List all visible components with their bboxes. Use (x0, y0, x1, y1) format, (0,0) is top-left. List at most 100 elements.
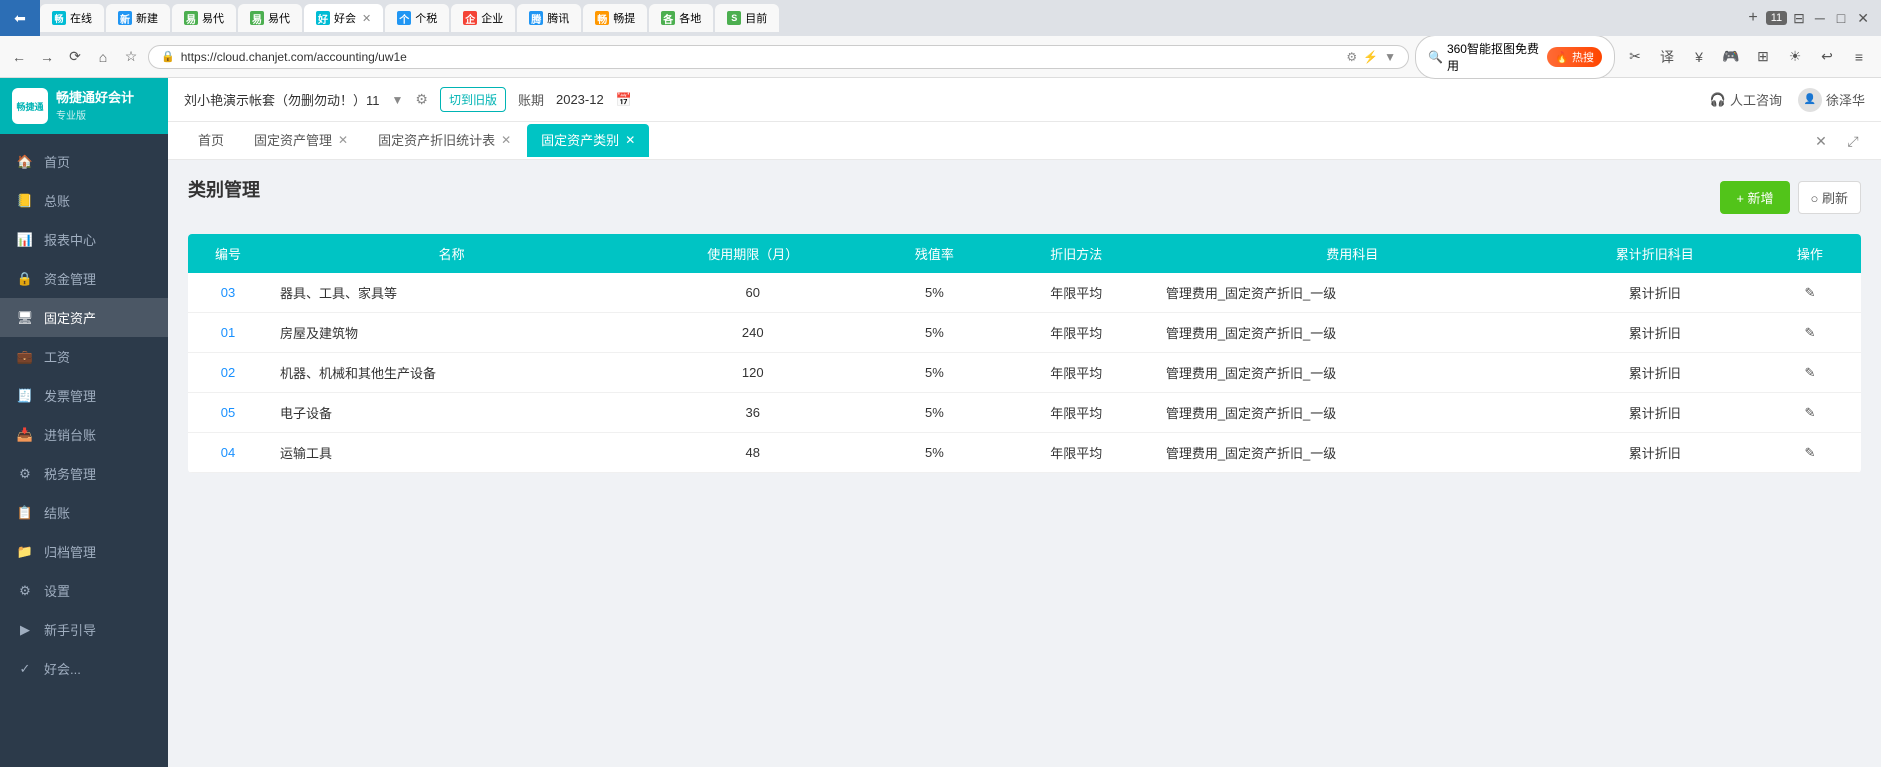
browser-tab-tencent[interactable]: 腾 腾讯 (517, 4, 581, 32)
close-btn[interactable]: ✕ (1853, 10, 1873, 27)
sidebar: 畅捷通 畅捷通好会计 专业版 🏠 首页 📒 总账 📊 报表中心 🔒 资金 (0, 78, 168, 767)
sidebar-item-help[interactable]: ✓ 好会... (0, 649, 168, 688)
cell-actions[interactable]: ✎ (1759, 313, 1861, 353)
bookmark-btn[interactable]: ☆ (120, 46, 142, 68)
undo-btn[interactable]: ↩ (1813, 43, 1841, 71)
edit-icon[interactable]: ✎ (1804, 445, 1815, 460)
help-icon: ✓ (16, 660, 34, 678)
search-box[interactable]: 🔍 360智能抠图免费用 🔥 热搜 (1415, 35, 1615, 79)
cell-code: 01 (188, 313, 268, 353)
calendar-icon[interactable]: 📅 (616, 92, 632, 108)
sidebar-item-funds[interactable]: 🔒 资金管理 (0, 259, 168, 298)
cell-actions[interactable]: ✎ (1759, 353, 1861, 393)
edit-icon[interactable]: ✎ (1804, 365, 1815, 380)
th-method: 折旧方法 (999, 234, 1154, 273)
cell-period: 240 (635, 313, 870, 353)
dropdown-icon[interactable]: ▼ (1384, 50, 1396, 64)
payroll-icon: 💼 (16, 348, 34, 366)
tab-close-haokuai[interactable]: ✕ (362, 12, 371, 25)
edit-icon[interactable]: ✎ (1804, 405, 1815, 420)
browser-tab-tax[interactable]: 个 个税 (385, 4, 449, 32)
tab-close-category[interactable]: ✕ (625, 133, 635, 147)
sidebar-item-invoice[interactable]: 🧾 发票管理 (0, 376, 168, 415)
reload-btn[interactable]: ⟳ (64, 46, 86, 68)
sidebar-item-home[interactable]: 🏠 首页 (0, 142, 168, 181)
table-header: 编号 名称 使用期限（月） 残值率 折旧方法 费用科目 累计折旧科目 操作 (188, 234, 1861, 273)
cell-name: 运输工具 (268, 433, 635, 473)
add-btn[interactable]: + 新增 (1720, 181, 1789, 214)
forward-btn[interactable]: → (36, 46, 58, 68)
sidebar-item-ledger[interactable]: 📒 总账 (0, 181, 168, 220)
sidebar-item-archive[interactable]: 📁 归档管理 (0, 532, 168, 571)
tab-depreciation[interactable]: 固定资产折旧统计表 ✕ (364, 124, 525, 157)
tab-category-label: 固定资产类别 (541, 130, 619, 149)
cell-actions[interactable]: ✎ (1759, 433, 1861, 473)
sidebar-label-fixed-assets: 固定资产 (44, 308, 96, 327)
sidebar-item-report[interactable]: 📊 报表中心 (0, 220, 168, 259)
sidebar-item-settings[interactable]: ⚙ 设置 (0, 571, 168, 610)
back-btn[interactable]: ← (8, 46, 30, 68)
browser-tab-gedi[interactable]: 各 各地 (649, 4, 713, 32)
translate-btn[interactable]: 译 (1653, 43, 1681, 71)
sidebar-item-fixed-assets[interactable]: 🖥 固定资产 (0, 298, 168, 337)
cell-residual: 5% (870, 433, 999, 473)
browser-tab-new[interactable]: 新 新建 (106, 4, 170, 32)
th-code: 编号 (188, 234, 268, 273)
home-icon: 🏠 (16, 153, 34, 171)
sidebar-item-inventory[interactable]: 📥 进销台账 (0, 415, 168, 454)
sidebar-label-settlement: 结账 (44, 503, 70, 522)
game-btn[interactable]: 🎮 (1717, 43, 1745, 71)
browser-tab-enterprise[interactable]: 企 企业 (451, 4, 515, 32)
edit-icon[interactable]: ✎ (1804, 325, 1815, 340)
tab-close-depreciation[interactable]: ✕ (501, 133, 511, 147)
topbar-settings-icon[interactable]: ⚙ (415, 91, 428, 108)
cell-residual: 5% (870, 273, 999, 313)
tab-home[interactable]: 首页 (184, 124, 238, 157)
cell-actions[interactable]: ✎ (1759, 273, 1861, 313)
scissors-btn[interactable]: ✂ (1621, 43, 1649, 71)
tab-close-fixed-asset-mgmt[interactable]: ✕ (338, 133, 348, 147)
menu-btn[interactable]: ≡ (1845, 43, 1873, 71)
tab-icon-changte: 畅 (595, 11, 609, 25)
th-period: 使用期限（月） (635, 234, 870, 273)
browser-tab-muqian[interactable]: S 目前 (715, 4, 779, 32)
browser-tab-online[interactable]: 畅 在线 (40, 4, 104, 32)
lightning-icon[interactable]: ⚡ (1363, 50, 1378, 64)
cell-actions[interactable]: ✎ (1759, 393, 1861, 433)
tab-category[interactable]: 固定资产类别 ✕ (527, 124, 649, 157)
brightness-btn[interactable]: ☀ (1781, 43, 1809, 71)
cell-code: 04 (188, 433, 268, 473)
refresh-btn[interactable]: ○ 刷新 (1798, 181, 1861, 214)
tab-restore-btn[interactable]: ✕ (1809, 129, 1833, 153)
home-btn[interactable]: ⌂ (92, 46, 114, 68)
wallet-btn[interactable]: ¥ (1685, 43, 1713, 71)
switch-btn[interactable]: 切到旧版 (440, 87, 506, 112)
page-title: 类别管理 (188, 176, 260, 202)
tab-fixed-asset-mgmt[interactable]: 固定资产管理 ✕ (240, 124, 362, 157)
browser-tab-yida2[interactable]: 易 易代 (238, 4, 302, 32)
search-text: 360智能抠图免费用 (1447, 40, 1543, 74)
sidebar-item-payroll[interactable]: 💼 工资 (0, 337, 168, 376)
sidebar-item-tax[interactable]: ⚙ 税务管理 (0, 454, 168, 493)
browser-tab-yida1[interactable]: 易 易代 (172, 4, 236, 32)
tab-list-btn[interactable]: ⊟ (1791, 10, 1807, 27)
site-info-icon[interactable]: ⚙ (1346, 50, 1357, 64)
new-tab-btn[interactable]: + (1744, 9, 1761, 27)
sidebar-item-guide[interactable]: ▶ 新手引导 (0, 610, 168, 649)
address-bar[interactable]: 🔒 https://cloud.chanjet.com/accounting/u… (148, 45, 1409, 69)
browser-tab-changte[interactable]: 畅 畅提 (583, 4, 647, 32)
tab-icon-yida1: 易 (184, 11, 198, 25)
sidebar-item-settlement[interactable]: 📋 结账 (0, 493, 168, 532)
maximize-btn[interactable]: □ (1833, 10, 1849, 26)
tab-expand-btn[interactable]: ⤢ (1841, 129, 1865, 153)
cell-code: 02 (188, 353, 268, 393)
edit-icon[interactable]: ✎ (1804, 285, 1815, 300)
minimize-btn[interactable]: ─ (1811, 10, 1829, 26)
browser-tab-haokuai[interactable]: 好 好会 ✕ (304, 4, 383, 32)
user-profile-btn[interactable]: 👤 徐泽华 (1798, 88, 1865, 112)
cell-expense: 管理费用_固定资产折旧_一级 (1154, 273, 1551, 313)
cell-residual: 5% (870, 393, 999, 433)
grid-btn[interactable]: ⊞ (1749, 43, 1777, 71)
service-btn[interactable]: 🎧 人工咨询 (1710, 90, 1782, 109)
topbar-dropdown-icon[interactable]: ▼ (392, 93, 404, 107)
